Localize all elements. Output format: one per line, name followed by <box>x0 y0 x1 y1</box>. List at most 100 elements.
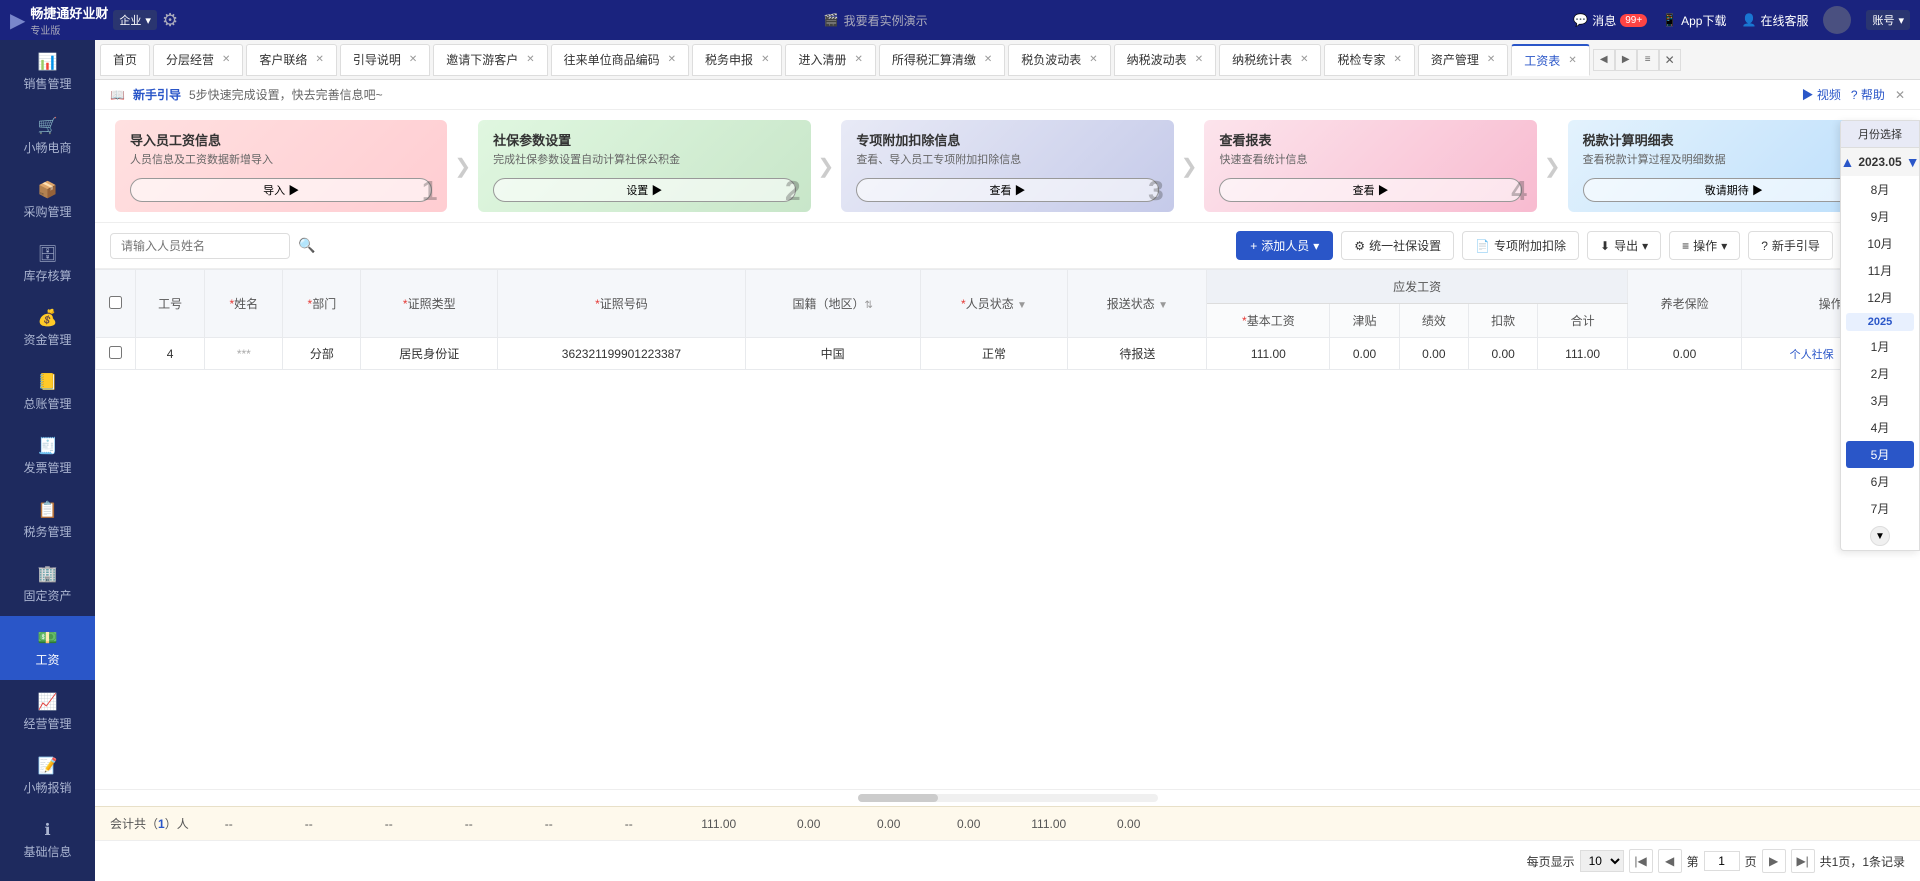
tab-asset2-close[interactable]: ✕ <box>1487 54 1495 65</box>
page-next-btn[interactable]: ▶ <box>1762 849 1786 873</box>
tab-tax-expert-close[interactable]: ✕ <box>1300 54 1308 65</box>
sidebar-item-ledger[interactable]: 📒 总账管理 <box>0 360 95 424</box>
select-all-checkbox[interactable] <box>109 296 122 309</box>
action-social-insurance[interactable]: 个人社保 <box>1790 349 1834 361</box>
tab-customer[interactable]: 客户联络 ✕ <box>246 44 336 76</box>
sidebar-item-salary[interactable]: 💵 工资 <box>0 616 95 680</box>
scroll-track[interactable] <box>858 794 1158 802</box>
add-person-button[interactable]: + 添加人员 ▾ <box>1236 231 1333 260</box>
tab-tax-report-close[interactable]: ✕ <box>761 54 769 65</box>
user-avatar[interactable] <box>1823 6 1851 34</box>
tab-partition[interactable]: 分层经营 ✕ <box>153 44 243 76</box>
month-item-6[interactable]: 6月 <box>1841 468 1919 495</box>
sidebar-item-ecommerce[interactable]: 🛒 小畅电商 <box>0 104 95 168</box>
tab-invite[interactable]: 邀请下游客户 ✕ <box>433 44 547 76</box>
guide-help-link[interactable]: ? 帮助 <box>1851 86 1885 103</box>
page-prev-btn[interactable]: ◀ <box>1658 849 1682 873</box>
step-1-btn[interactable]: 导入 ▶ <box>130 178 432 202</box>
month-item-1[interactable]: 1月 <box>1841 333 1919 360</box>
td-checkbox[interactable] <box>96 338 136 370</box>
tab-unit-code[interactable]: 往来单位商品编码 ✕ <box>551 44 689 76</box>
tab-tax-expert[interactable]: 纳税统计表 ✕ <box>1219 44 1321 76</box>
tab-partition-close[interactable]: ✕ <box>222 54 230 65</box>
tab-customer-close[interactable]: ✕ <box>315 54 323 65</box>
search-button[interactable]: 🔍 <box>298 237 315 254</box>
tab-nav-next[interactable]: ▶ <box>1615 49 1637 71</box>
special-deduct-btn[interactable]: 📄 专项附加扣除 <box>1462 231 1579 260</box>
horizontal-scroll-area[interactable] <box>95 789 1920 806</box>
row-checkbox[interactable] <box>109 346 122 359</box>
guide-video-link[interactable]: ▶ 视频 <box>1802 86 1841 103</box>
sidebar-item-crm[interactable]: 📝 小畅报销 <box>0 744 95 808</box>
filter-status-icon[interactable]: ▼ <box>1017 300 1027 311</box>
tab-clearance[interactable]: 进入清册 ✕ <box>785 44 875 76</box>
sidebar-item-fixedassets[interactable]: 🏢 固定资产 <box>0 552 95 616</box>
month-item-8[interactable]: 8月 <box>1841 176 1919 203</box>
tab-tax-stats[interactable]: 纳税波动表 ✕ <box>1114 44 1216 76</box>
demo-link-text[interactable]: 我要看实例演示 <box>844 12 928 29</box>
guide-close-btn[interactable]: ✕ <box>1895 88 1905 102</box>
unified-settings-btn[interactable]: ⚙ 统一社保设置 <box>1341 231 1454 260</box>
sidebar-item-finance[interactable]: 💰 资金管理 <box>0 296 95 360</box>
search-input[interactable] <box>110 233 290 259</box>
per-page-select[interactable]: 10 20 50 <box>1580 850 1624 872</box>
tab-salary-close[interactable]: ✕ <box>1568 55 1576 66</box>
sidebar-item-system[interactable]: ⚙ 系统管理 <box>0 872 95 881</box>
sidebar-item-operations[interactable]: 📈 经营管理 <box>0 680 95 744</box>
sort-nationality-icon[interactable]: ⇅ <box>864 300 872 311</box>
filter-report-icon[interactable]: ▼ <box>1158 300 1168 311</box>
tab-asset[interactable]: 税检专家 ✕ <box>1324 44 1414 76</box>
tab-tax-relief-close[interactable]: ✕ <box>1089 54 1097 65</box>
month-item-5[interactable]: 5月 <box>1846 441 1914 468</box>
tab-close-all[interactable]: ✕ <box>1659 49 1681 71</box>
page-first-btn[interactable]: |◀ <box>1629 849 1653 873</box>
export-btn[interactable]: ⬇ 导出 ▾ <box>1587 231 1661 260</box>
step-3-btn[interactable]: 查看 ▶ <box>856 178 1158 202</box>
tab-unit-code-close[interactable]: ✕ <box>668 54 676 65</box>
online-service-btn[interactable]: 👤 在线客服 <box>1741 12 1808 29</box>
tab-tax-calc-close[interactable]: ✕ <box>984 54 992 65</box>
month-item-12[interactable]: 12月 <box>1841 284 1919 311</box>
month-item-10[interactable]: 10月 <box>1841 230 1919 257</box>
user-menu[interactable]: 账号 ▾ <box>1866 10 1910 30</box>
tab-clearance-close[interactable]: ✕ <box>854 54 862 65</box>
messages-btn[interactable]: 💬 消息 99+ <box>1573 12 1647 29</box>
tab-asset2[interactable]: 资产管理 ✕ <box>1418 44 1508 76</box>
sidebar-item-sales[interactable]: 📊 销售管理 <box>0 40 95 104</box>
sidebar-item-invoice[interactable]: 🧾 发票管理 <box>0 424 95 488</box>
company-selector[interactable]: 企业 ▾ <box>113 10 157 30</box>
current-page-input[interactable] <box>1704 851 1740 871</box>
month-item-4[interactable]: 4月 <box>1841 414 1919 441</box>
tab-guide-close[interactable]: ✕ <box>409 54 417 65</box>
step-4-btn[interactable]: 查看 ▶ <box>1219 178 1521 202</box>
month-year-down-btn[interactable]: ▼ <box>1906 152 1920 172</box>
new-guide-btn[interactable]: ? 新手引导 <box>1748 231 1833 260</box>
sidebar-item-inventory[interactable]: 🗄 库存核算 <box>0 232 95 296</box>
tab-tax-relief[interactable]: 税负波动表 ✕ <box>1008 44 1110 76</box>
month-item-2[interactable]: 2月 <box>1841 360 1919 387</box>
collapse-month-panel-btn[interactable]: ▼ <box>1870 526 1890 546</box>
tab-tax-report[interactable]: 税务申报 ✕ <box>692 44 782 76</box>
page-last-btn[interactable]: ▶| <box>1791 849 1815 873</box>
tab-salary-tab[interactable]: 工资表 ✕ <box>1511 44 1589 76</box>
scroll-thumb[interactable] <box>858 794 938 802</box>
month-item-9[interactable]: 9月 <box>1841 203 1919 230</box>
tab-guide-tab[interactable]: 引导说明 ✕ <box>340 44 430 76</box>
month-item-3[interactable]: 3月 <box>1841 387 1919 414</box>
settings-icon[interactable]: ⚙ <box>162 10 178 31</box>
tab-nav-prev[interactable]: ◀ <box>1593 49 1615 71</box>
demo-link-area[interactable]: 🎬 我要看实例演示 <box>824 12 928 29</box>
app-download-btn[interactable]: 📱 App下载 <box>1662 12 1726 29</box>
tab-home[interactable]: 首页 <box>100 44 150 76</box>
month-year-up-btn[interactable]: ▲ <box>1840 152 1854 172</box>
tab-tax-calc[interactable]: 所得税汇算清缴 ✕ <box>879 44 1005 76</box>
tab-tax-stats-close[interactable]: ✕ <box>1195 54 1203 65</box>
operations-btn[interactable]: ≡ 操作 ▾ <box>1669 231 1740 260</box>
step-2-btn[interactable]: 设置 ▶ <box>493 178 795 202</box>
tab-invite-close[interactable]: ✕ <box>526 54 534 65</box>
sidebar-item-tax[interactable]: 📋 税务管理 <box>0 488 95 552</box>
month-item-11[interactable]: 11月 <box>1841 257 1919 284</box>
sidebar-item-basic[interactable]: ℹ 基础信息 <box>0 808 95 872</box>
tab-asset-close[interactable]: ✕ <box>1394 54 1402 65</box>
sidebar-item-purchase[interactable]: 📦 采购管理 <box>0 168 95 232</box>
